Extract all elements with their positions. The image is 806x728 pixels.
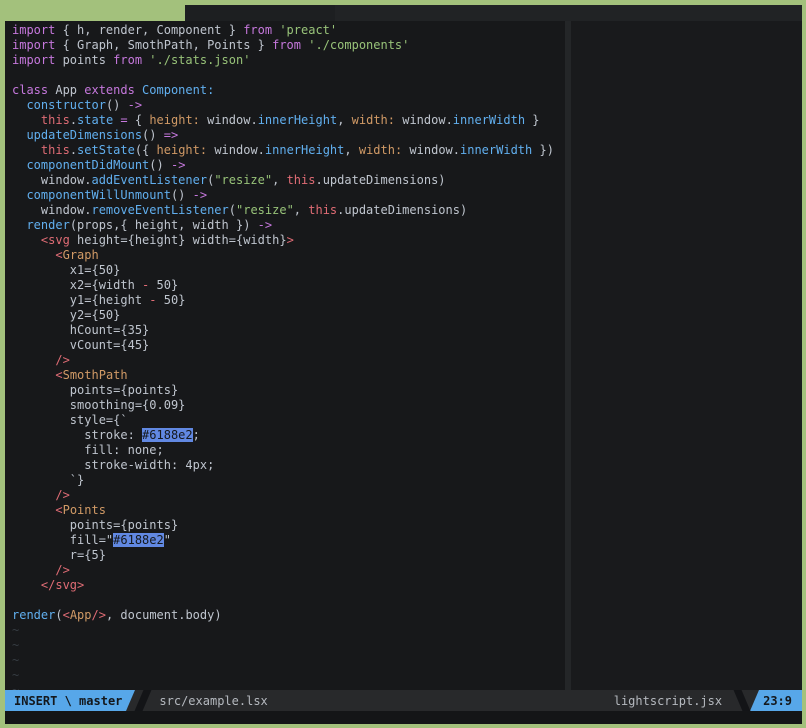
tab-active-example-lsx[interactable]: s/example.lsx — [5, 5, 186, 36]
code-line[interactable]: /> — [12, 563, 565, 578]
code-line[interactable]: points={points} — [12, 518, 565, 533]
code-line[interactable]: </svg> — [12, 578, 565, 593]
code-line[interactable]: y2={50} — [12, 308, 565, 323]
code-line[interactable]: <svg height={height} width={width}> — [12, 233, 565, 248]
status-bar: INSERT \ master src/example.lsx lightscr… — [5, 690, 802, 711]
code-line[interactable]: stroke: #6188e2; — [12, 428, 565, 443]
mode-indicator: INSERT — [14, 693, 58, 708]
file-path: src/example.lsx — [159, 693, 268, 708]
code-line[interactable]: window.addEventListener("resize", this.u… — [12, 173, 565, 188]
code-line[interactable]: <Graph — [12, 248, 565, 263]
code-line[interactable]: constructor() -> — [12, 98, 565, 113]
code-line[interactable]: hCount={35} — [12, 323, 565, 338]
tab-bar-shadow — [185, 5, 336, 21]
filetype-label: lightscript.jsx — [613, 693, 723, 708]
code-line[interactable]: window.removeEventListener("resize", thi… — [12, 203, 565, 218]
code-line[interactable]: `} — [12, 473, 565, 488]
code-line[interactable]: updateDimensions() => — [12, 128, 565, 143]
code-line[interactable]: smoothing={0.09} — [12, 398, 565, 413]
code-line[interactable]: import points from './stats.json' — [12, 53, 565, 68]
empty-line-tilde: ~ — [12, 683, 20, 690]
code-line[interactable]: <SmothPath — [12, 368, 565, 383]
code-line[interactable]: stroke-width: 4px; — [12, 458, 565, 473]
code-line[interactable]: /> — [12, 353, 565, 368]
code-line[interactable]: x1={50} — [12, 263, 565, 278]
code-line[interactable]: class App extends Component: — [12, 83, 565, 98]
mode-branch-segment: INSERT \ master — [5, 690, 127, 711]
editor-window: s/example.lsx import { h, render, Compon… — [5, 5, 802, 724]
code-line[interactable]: render(props,{ height, width }) -> — [12, 218, 565, 233]
code-line[interactable]: this.state = { height: window.innerHeigh… — [12, 113, 565, 128]
statusbar-spacer — [268, 690, 614, 711]
code-line[interactable]: r={5} — [12, 548, 565, 563]
window-border: s/example.lsx import { h, render, Compon… — [0, 0, 806, 728]
powerline-slant-icon — [750, 690, 760, 711]
cursor-position: 23:9 — [759, 690, 802, 711]
code-line[interactable]: import { Graph, SmothPath, Points } from… — [12, 38, 565, 53]
code-line[interactable] — [12, 593, 565, 608]
empty-line-tilde: ~ — [12, 623, 20, 637]
code-editor[interactable]: import { h, render, Component } from 'pr… — [5, 21, 565, 690]
code-line[interactable]: /> — [12, 488, 565, 503]
main-area: import { h, render, Component } from 'pr… — [5, 21, 802, 690]
code-line[interactable]: x2={width - 50} — [12, 278, 565, 293]
empty-line-tilde: ~ — [12, 653, 20, 667]
code-line[interactable]: render(<App/>, document.body) — [12, 608, 565, 623]
code-line[interactable]: import { h, render, Component } from 'pr… — [12, 23, 565, 38]
powerline-slant-icon — [126, 690, 136, 711]
command-line[interactable] — [5, 711, 802, 724]
git-branch: master — [79, 693, 123, 708]
tab-bar: s/example.lsx — [5, 5, 802, 36]
code-line[interactable]: this.setState({ height: window.innerHeig… — [12, 143, 565, 158]
code-line[interactable]: fill="#6188e2" — [12, 533, 565, 548]
powerline-darksep-icon — [733, 690, 751, 711]
code-line[interactable]: <Points — [12, 503, 565, 518]
code-line[interactable]: y1={height - 50} — [12, 293, 565, 308]
code-line[interactable]: componentDidMount() -> — [12, 158, 565, 173]
empty-line-tilde: ~ — [12, 668, 20, 682]
code-line[interactable] — [12, 68, 565, 83]
code-line[interactable]: componentWillUnmount() -> — [12, 188, 565, 203]
code-line[interactable]: style={` — [12, 413, 565, 428]
code-line[interactable]: vCount={45} — [12, 338, 565, 353]
empty-line-tilde: ~ — [12, 638, 20, 652]
code-line[interactable]: points={points} — [12, 383, 565, 398]
empty-right-pane — [571, 21, 802, 690]
code-line[interactable]: fill: none; — [12, 443, 565, 458]
segment-separator: \ — [57, 693, 80, 708]
